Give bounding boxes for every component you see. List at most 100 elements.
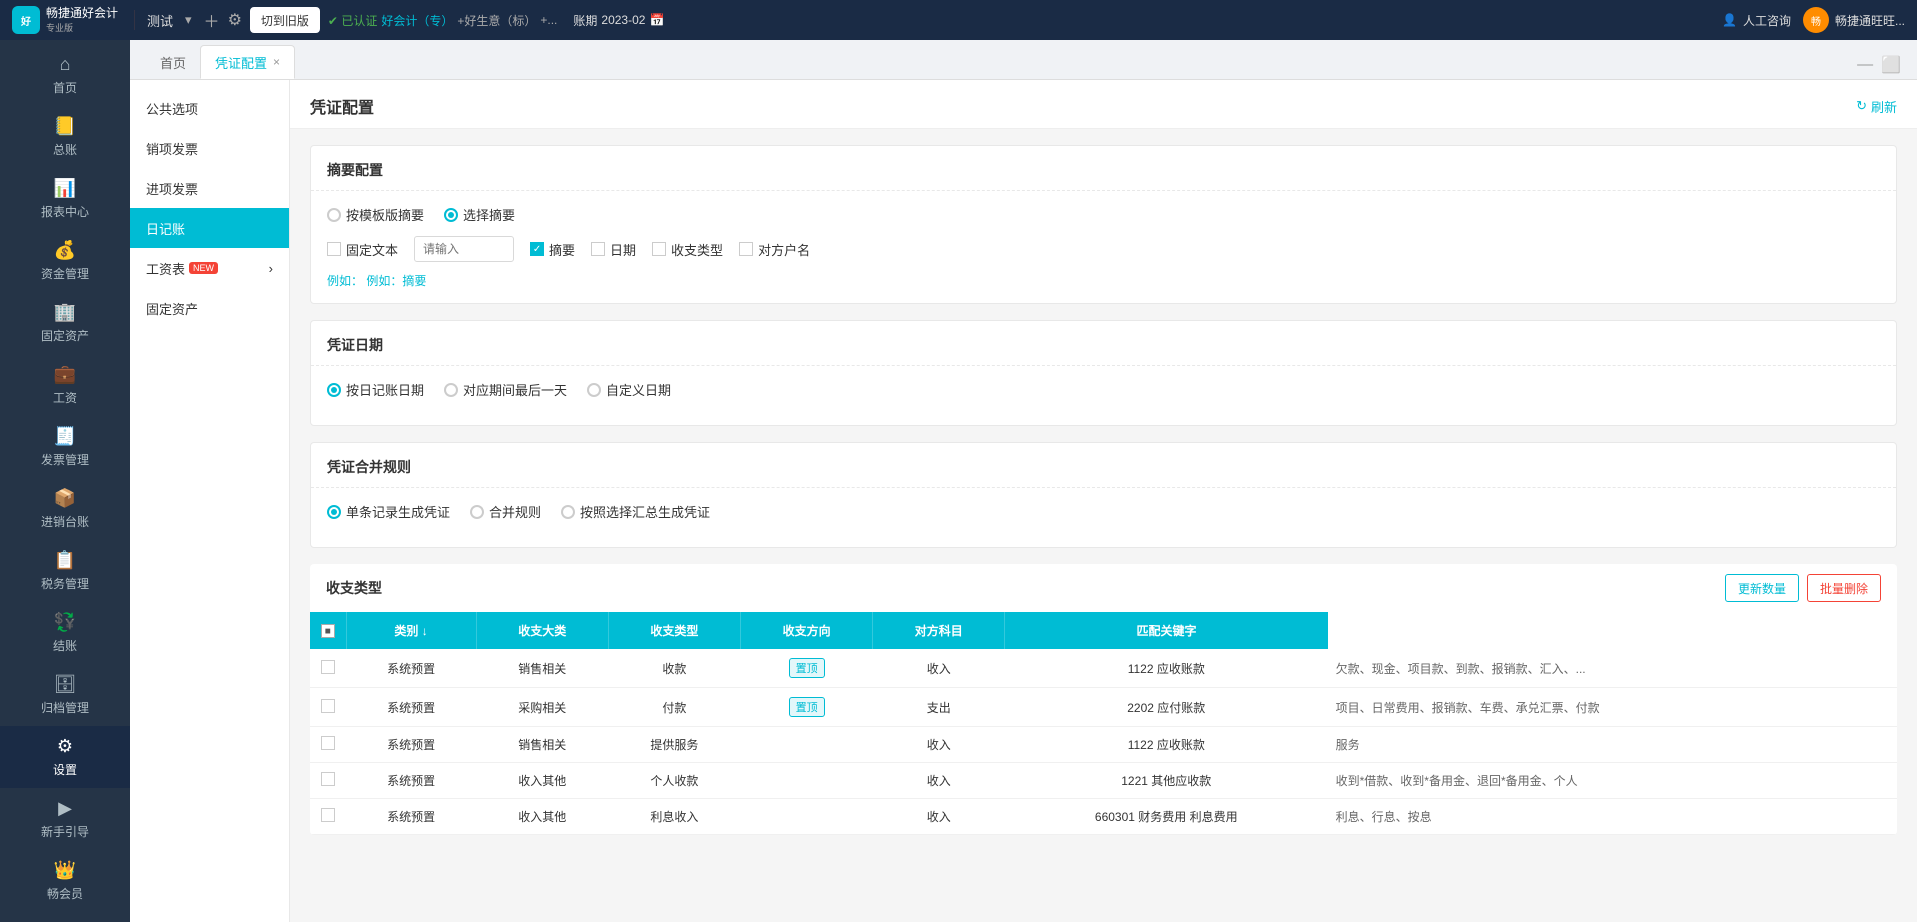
top-bar: 好 畅捷通好会计 专业版 测试 ▾ ＋ ⚙ 切到旧版 ✔ 已认证 好会计（专） … [0, 0, 1917, 40]
add-icon[interactable]: ＋ [204, 8, 220, 32]
main-content: 凭证配置 ↻ 刷新 摘要配置 [290, 80, 1917, 922]
radio-template[interactable]: 按模板版摘要 [327, 205, 424, 224]
td-major-1: 采购相关 [476, 688, 608, 727]
settings-icon[interactable]: ⚙ [228, 10, 242, 30]
guide-icon: ▶ [58, 798, 72, 819]
sidebar-item-assets[interactable]: 🏢 固定资产 [0, 292, 130, 354]
sidebar-item-settlement[interactable]: 💱 结账 [0, 602, 130, 664]
tab-home-label: 首页 [160, 53, 186, 72]
switch-old-btn[interactable]: 切到旧版 [250, 7, 320, 33]
sub-sidebar-item-purchase-invoice[interactable]: 进项发票 [130, 168, 289, 208]
row-checkbox-3[interactable] [321, 772, 335, 786]
table-row: 系统预置 销售相关 提供服务 收入 1122 应收账款 服务 [310, 727, 1897, 763]
calendar-icon[interactable]: 📅 [649, 13, 664, 27]
radio-journal-date[interactable]: 按日记账日期 [327, 380, 424, 399]
example-text: 例如： 例如：摘要 [327, 272, 1880, 289]
select-all-checkbox[interactable]: ■ [321, 624, 335, 638]
radio-single[interactable]: 单条记录生成凭证 [327, 502, 450, 521]
radio-merge-rule[interactable]: 合并规则 [470, 502, 541, 521]
td-subject-2: 1122 应收账款 [1005, 727, 1328, 763]
example-prefix: 例如： [327, 274, 363, 288]
sidebar-label-ledger: 总账 [53, 141, 77, 158]
sidebar-item-settings[interactable]: ⚙ 设置 [0, 726, 130, 788]
checkbox-income-type[interactable]: 收支类型 [652, 240, 723, 259]
row-checkbox-4[interactable] [321, 808, 335, 822]
chevron-right-icon: › [269, 261, 273, 276]
radio-select-summary[interactable]: 选择摘要 [444, 205, 515, 224]
sidebar-label-assets: 固定资产 [41, 327, 89, 344]
checkbox-counterpart[interactable]: 对方户名 [739, 240, 810, 259]
sidebar-item-tax[interactable]: 📋 税务管理 [0, 540, 130, 602]
row-checkbox-0[interactable] [321, 660, 335, 674]
td-checkbox-2[interactable] [310, 727, 346, 763]
td-direction-3 [741, 763, 873, 799]
td-dir-label-3: 收入 [873, 763, 1005, 799]
sidebar-item-invoice-mgmt[interactable]: 🧾 发票管理 [0, 416, 130, 478]
tab-bar: 首页 凭证配置 × — ⬜ [130, 40, 1917, 80]
sidebar-item-member[interactable]: 👑 畅会员 [0, 850, 130, 912]
radio-period-last[interactable]: 对应期间最后一天 [444, 380, 567, 399]
radio-journal-date-label: 按日记账日期 [346, 380, 424, 399]
td-major-0: 销售相关 [476, 649, 608, 688]
tab-home[interactable]: 首页 [146, 45, 200, 79]
td-keywords-4: 利息、行息、按息 [1328, 799, 1897, 835]
td-direction-0: 置顶 [741, 649, 873, 688]
sidebar-item-home[interactable]: ⌂ 首页 [0, 44, 130, 106]
row-checkbox-2[interactable] [321, 736, 335, 750]
sub-sidebar-item-sales-invoice[interactable]: 销项发票 [130, 128, 289, 168]
checkbox-summary[interactable]: ✓ 摘要 [530, 240, 575, 259]
radio-by-select[interactable]: 按照选择汇总生成凭证 [561, 502, 710, 521]
td-direction-4 [741, 799, 873, 835]
refresh-icon: ↻ [1856, 98, 1867, 114]
checkbox-date[interactable]: 日期 [591, 240, 636, 259]
sidebar-item-funds[interactable]: 💰 资金管理 [0, 230, 130, 292]
update-count-btn[interactable]: 更新数量 [1725, 574, 1799, 602]
date-radio-group: 按日记账日期 对应期间最后一天 自定义日期 [327, 380, 1880, 399]
period-value[interactable]: 2023-02 [601, 13, 645, 27]
sub-sidebar-item-journal[interactable]: 日记账 [130, 208, 289, 248]
sub-sidebar-item-payroll[interactable]: 工资表 NEW › [130, 248, 289, 288]
company-name[interactable]: 测试 [147, 11, 173, 30]
tab-close-icon[interactable]: × [273, 55, 280, 69]
table-actions: 更新数量 批量删除 [1725, 574, 1881, 602]
sidebar-item-guide[interactable]: ▶ 新手引导 [0, 788, 130, 850]
page-title: 凭证配置 [310, 94, 374, 118]
fixed-text-input[interactable] [414, 236, 514, 262]
td-major-2: 销售相关 [476, 727, 608, 763]
sub-sidebar-item-public[interactable]: 公共选项 [130, 88, 289, 128]
td-type-1: 付款 [608, 688, 740, 727]
help-btn[interactable]: 👤 人工咨询 [1722, 12, 1791, 29]
row-checkbox-1[interactable] [321, 699, 335, 713]
sidebar-label-funds: 资金管理 [41, 265, 89, 282]
td-type-3: 个人收款 [608, 763, 740, 799]
checkbox-fixed-text[interactable]: 固定文本 [327, 240, 398, 259]
sidebar-item-purchase[interactable]: 📦 进销台账 [0, 478, 130, 540]
td-dir-label-0: 收入 [873, 649, 1005, 688]
window-minimize-icon[interactable]: — [1857, 56, 1873, 74]
tab-voucher-config[interactable]: 凭证配置 × [200, 45, 295, 79]
funds-icon: 💰 [54, 240, 76, 261]
sidebar-item-salary[interactable]: 💼 工资 [0, 354, 130, 416]
td-checkbox-0[interactable] [310, 649, 346, 688]
sidebar-label-tax: 税务管理 [41, 575, 89, 592]
chevron-down-icon[interactable]: ▾ [185, 12, 192, 28]
td-checkbox-1[interactable] [310, 688, 346, 727]
summary-title: 摘要配置 [311, 146, 1896, 191]
sidebar-item-ledger[interactable]: 📒 总账 [0, 106, 130, 168]
td-direction-1: 置顶 [741, 688, 873, 727]
td-category-0: 系统预置 [346, 649, 476, 688]
batch-delete-btn[interactable]: 批量删除 [1807, 574, 1881, 602]
sidebar-item-reports[interactable]: 📊 报表中心 [0, 168, 130, 230]
sidebar-item-archive[interactable]: 🗄 归档管理 [0, 664, 130, 726]
refresh-btn[interactable]: ↻ 刷新 [1856, 97, 1897, 116]
sub-sidebar-item-fixed-assets[interactable]: 固定资产 [130, 288, 289, 328]
window-maximize-icon[interactable]: ⬜ [1881, 55, 1901, 75]
sub-sidebar-label-journal: 日记账 [146, 219, 185, 238]
td-dir-label-1: 支出 [873, 688, 1005, 727]
table-row: 系统预置 收入其他 利息收入 收入 660301 财务费用 利息费用 利息、行息… [310, 799, 1897, 835]
radio-custom-date[interactable]: 自定义日期 [587, 380, 671, 399]
user-info[interactable]: 畅 畅捷通旺旺... [1803, 7, 1905, 33]
td-checkbox-4[interactable] [310, 799, 346, 835]
status-tags: ✔ 已认证 好会计（专） +好生意（标） +... [328, 12, 557, 29]
td-checkbox-3[interactable] [310, 763, 346, 799]
